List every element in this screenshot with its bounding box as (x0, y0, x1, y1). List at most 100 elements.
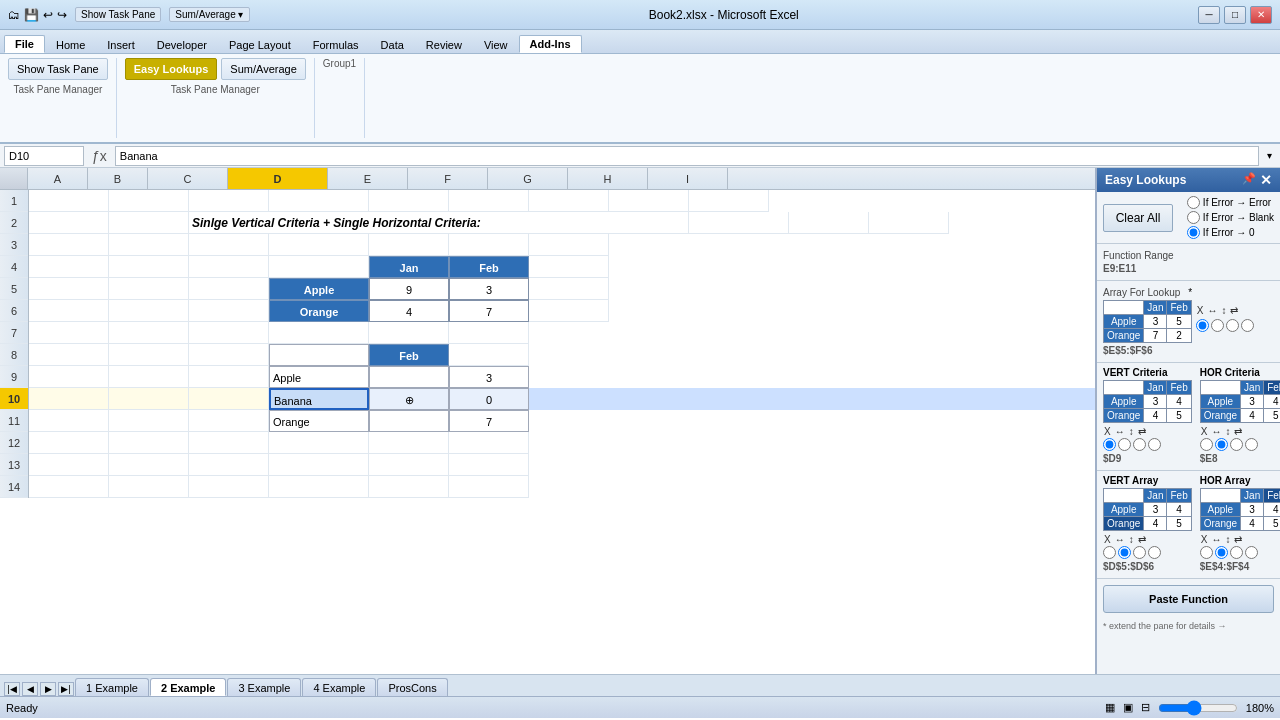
cell-C6[interactable] (189, 300, 269, 322)
ha-x[interactable]: X (1200, 533, 1209, 546)
view-pagebreak-btn[interactable]: ⊟ (1141, 701, 1150, 714)
row-2[interactable]: 2 (0, 212, 28, 234)
cell-E1[interactable] (369, 190, 449, 212)
row-8[interactable]: 8 (0, 344, 28, 366)
task-pane-btn[interactable]: Show Task Pane (75, 7, 161, 22)
vc-ud[interactable]: ↕ (1128, 425, 1135, 438)
cell-G1[interactable] (529, 190, 609, 212)
if-error-zero-option[interactable]: If Error → 0 (1187, 226, 1274, 239)
col-I[interactable]: I (648, 168, 728, 189)
cell-A5[interactable] (29, 278, 109, 300)
cell-D5-apple[interactable]: Apple (269, 278, 369, 300)
cell-C11[interactable] (189, 410, 269, 432)
cell-I1[interactable] (689, 190, 769, 212)
cell-D10-banana[interactable]: Banana (269, 388, 369, 410)
array-radio2[interactable] (1211, 319, 1224, 332)
arr-lr1[interactable]: ↔ (1206, 304, 1218, 317)
minimize-btn[interactable]: ─ (1198, 6, 1220, 24)
cell-D8[interactable] (269, 344, 369, 366)
window-controls[interactable]: ─ □ ✕ (1198, 6, 1272, 24)
row-12[interactable]: 12 (0, 432, 28, 454)
sheet-tab-3example[interactable]: 3 Example (227, 678, 301, 696)
tab-view[interactable]: View (473, 36, 519, 53)
maximize-btn[interactable]: □ (1224, 6, 1246, 24)
cell-E13[interactable] (369, 454, 449, 476)
sheet-nav-prev[interactable]: ◀ (22, 682, 38, 696)
cell-F1[interactable] (449, 190, 529, 212)
tab-home[interactable]: Home (45, 36, 96, 53)
cell-C9[interactable] (189, 366, 269, 388)
hc-lr[interactable]: ↔ (1210, 425, 1222, 438)
arr-ud1[interactable]: ↕ (1220, 304, 1227, 317)
cell-A12[interactable] (29, 432, 109, 454)
sheet-nav[interactable]: |◀ ◀ ▶ ▶| (4, 682, 74, 696)
quick-access-redo[interactable]: ↪ (57, 8, 67, 22)
cell-A4[interactable] (29, 256, 109, 278)
vc-r1[interactable] (1103, 438, 1116, 451)
cell-B14[interactable] (109, 476, 189, 498)
hc-swap[interactable]: ⇄ (1233, 425, 1243, 438)
cell-E9[interactable] (369, 366, 449, 388)
cell-F6[interactable]: 7 (449, 300, 529, 322)
cell-A6[interactable] (29, 300, 109, 322)
cell-B1[interactable] (109, 190, 189, 212)
cell-D11-orange[interactable]: Orange (269, 410, 369, 432)
cell-E4-jan[interactable]: Jan (369, 256, 449, 278)
vc-swap[interactable]: ⇄ (1137, 425, 1147, 438)
cell-B13[interactable] (109, 454, 189, 476)
cell-F2[interactable] (869, 212, 949, 234)
cell-D6-orange[interactable]: Orange (269, 300, 369, 322)
tab-insert[interactable]: Insert (96, 36, 146, 53)
cell-F3[interactable] (449, 234, 529, 256)
ha-r1[interactable] (1200, 546, 1213, 559)
arr-swap1[interactable]: ⇄ (1229, 304, 1239, 317)
tab-file[interactable]: File (4, 35, 45, 53)
cell-B7[interactable] (109, 322, 189, 344)
quick-access-undo[interactable]: ↩ (43, 8, 53, 22)
cell-B9[interactable] (109, 366, 189, 388)
va-lr[interactable]: ↔ (1114, 533, 1126, 546)
cell-G6[interactable] (529, 300, 609, 322)
cell-D13[interactable] (269, 454, 369, 476)
row-9[interactable]: 9 (0, 366, 28, 388)
tab-formulas[interactable]: Formulas (302, 36, 370, 53)
row-10[interactable]: 10 (0, 388, 28, 410)
cell-D1[interactable] (269, 190, 369, 212)
cell-B10[interactable] (109, 388, 189, 410)
tab-developer[interactable]: Developer (146, 36, 218, 53)
sheet-tab-2example[interactable]: 2 Example (150, 678, 226, 696)
va-ud[interactable]: ↕ (1128, 533, 1135, 546)
cell-D12[interactable] (269, 432, 369, 454)
cell-A10[interactable] (29, 388, 109, 410)
cell-G4[interactable] (529, 256, 609, 278)
panel-pin-btn[interactable]: 📌 (1242, 172, 1256, 188)
sum-average-btn[interactable]: Sum/Average ▾ (169, 7, 249, 22)
cell-B2[interactable] (109, 212, 189, 234)
hc-x[interactable]: X (1200, 425, 1209, 438)
cell-C5[interactable] (189, 278, 269, 300)
vc-r3[interactable] (1133, 438, 1146, 451)
cell-A3[interactable] (29, 234, 109, 256)
va-r1[interactable] (1103, 546, 1116, 559)
cell-B5[interactable] (109, 278, 189, 300)
va-r4[interactable] (1148, 546, 1161, 559)
row-5[interactable]: 5 (0, 278, 28, 300)
col-G[interactable]: G (488, 168, 568, 189)
arr-x1[interactable]: X (1196, 304, 1205, 317)
cell-C12[interactable] (189, 432, 269, 454)
cell-H1[interactable] (609, 190, 689, 212)
cell-E12[interactable] (369, 432, 449, 454)
easy-lookups-btn[interactable]: Easy Lookups (125, 58, 218, 80)
va-swap[interactable]: ⇄ (1137, 533, 1147, 546)
cell-C3[interactable] (189, 234, 269, 256)
cell-D7[interactable] (269, 322, 369, 344)
cell-C1[interactable] (189, 190, 269, 212)
cell-D14[interactable] (269, 476, 369, 498)
cell-F13[interactable] (449, 454, 529, 476)
row-7[interactable]: 7 (0, 322, 28, 344)
sheet-tab-4example[interactable]: 4 Example (302, 678, 376, 696)
if-error-error-option[interactable]: If Error → Error (1187, 196, 1274, 209)
show-task-pane-btn[interactable]: Show Task Pane (8, 58, 108, 80)
cell-F14[interactable] (449, 476, 529, 498)
sheet-nav-last[interactable]: ▶| (58, 682, 74, 696)
